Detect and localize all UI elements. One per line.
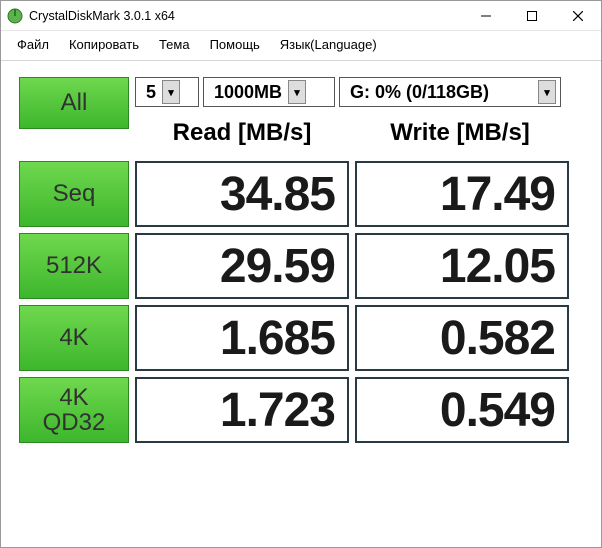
seq-write-value: 17.49 [355,161,569,227]
maximize-button[interactable] [509,1,555,30]
close-button[interactable] [555,1,601,30]
4kqd32-read-value: 1.723 [135,377,349,443]
runs-value: 5 [146,82,156,103]
window-controls [463,1,601,30]
menu-copy[interactable]: Копировать [61,35,147,54]
chevron-down-icon: ▾ [162,80,180,104]
test-size-select[interactable]: 1000MB ▾ [203,77,335,107]
read-header: Read [MB/s] [135,113,349,155]
table-row: 512K 29.59 12.05 [19,233,583,299]
512k-read-value: 29.59 [135,233,349,299]
table-row: 4K QD32 1.723 0.549 [19,377,583,443]
512k-button[interactable]: 512K [19,233,129,299]
table-row: Seq 34.85 17.49 [19,161,583,227]
seq-read-value: 34.85 [135,161,349,227]
window-title: CrystalDiskMark 3.0.1 x64 [29,9,463,23]
drive-value: G: 0% (0/118GB) [350,82,532,103]
menu-help[interactable]: Помощь [202,35,268,54]
chevron-down-icon: ▾ [538,80,556,104]
chevron-down-icon: ▾ [288,80,306,104]
test-size-value: 1000MB [214,82,282,103]
minimize-button[interactable] [463,1,509,30]
runs-select[interactable]: 5 ▾ [135,77,199,107]
menu-language[interactable]: Язык(Language) [272,35,385,54]
512k-write-value: 12.05 [355,233,569,299]
4kqd32-button[interactable]: 4K QD32 [19,377,129,443]
menu-file[interactable]: Файл [9,35,57,54]
4k-read-value: 1.685 [135,305,349,371]
window-titlebar: CrystalDiskMark 3.0.1 x64 [1,1,601,31]
write-header: Write [MB/s] [353,113,567,155]
menubar: Файл Копировать Тема Помощь Язык(Languag… [1,31,601,61]
drive-select[interactable]: G: 0% (0/118GB) ▾ [339,77,561,107]
4k-button[interactable]: 4K [19,305,129,371]
4kqd32-write-value: 0.549 [355,377,569,443]
app-icon [7,8,23,24]
table-row: 4K 1.685 0.582 [19,305,583,371]
all-button[interactable]: All [19,77,129,129]
main-content: All 5 ▾ 1000MB ▾ G: 0% (0/118GB) ▾ [1,61,601,453]
4k-write-value: 0.582 [355,305,569,371]
menu-theme[interactable]: Тема [151,35,198,54]
seq-button[interactable]: Seq [19,161,129,227]
